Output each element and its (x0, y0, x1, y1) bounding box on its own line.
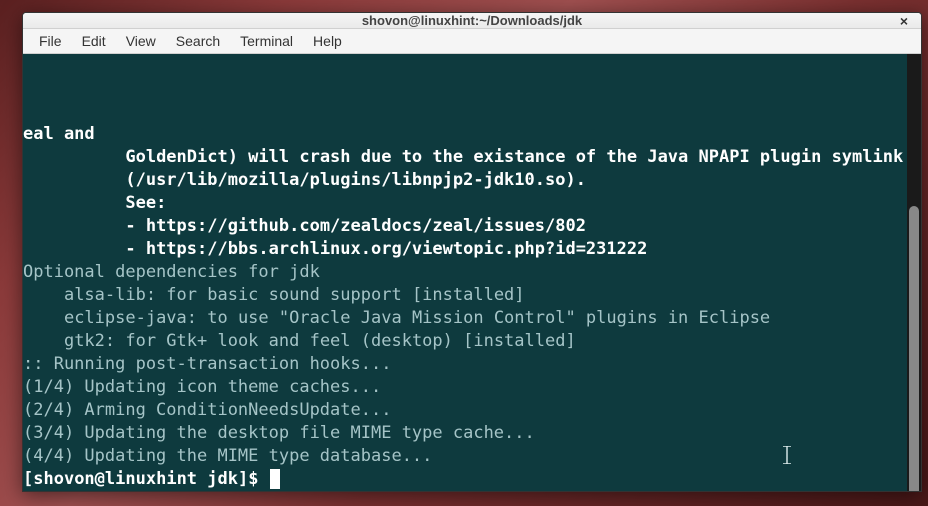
menu-edit[interactable]: Edit (72, 29, 116, 53)
terminal-line: See: (23, 192, 905, 215)
terminal-line: - https://github.com/zealdocs/zeal/issue… (23, 215, 905, 238)
prompt-host: linuxhint (105, 469, 197, 489)
prompt-dir: jdk (207, 469, 238, 489)
terminal-line: gtk2: for Gtk+ look and feel (desktop) [… (23, 330, 905, 353)
terminal-line: eal and (23, 123, 905, 146)
menu-help[interactable]: Help (303, 29, 352, 53)
close-icon: × (900, 13, 908, 29)
terminal-line: (2/4) Arming ConditionNeedsUpdate... (23, 399, 905, 422)
menu-view[interactable]: View (116, 29, 166, 53)
menu-terminal[interactable]: Terminal (230, 29, 303, 53)
terminal-line: (4/4) Updating the MIME type database... (23, 445, 905, 468)
menu-search[interactable]: Search (166, 29, 230, 53)
prompt-at: @ (95, 469, 105, 489)
terminal-area: eal and GoldenDict) will crash due to th… (23, 54, 921, 492)
titlebar[interactable]: shovon@linuxhint:~/Downloads/jdk × (23, 13, 921, 29)
terminal-line: - https://bbs.archlinux.org/viewtopic.ph… (23, 238, 905, 261)
terminal-line: (/usr/lib/mozilla/plugins/libnpjp2-jdk10… (23, 169, 905, 192)
menu-file[interactable]: File (29, 29, 72, 53)
terminal-window: shovon@linuxhint:~/Downloads/jdk × File … (22, 12, 922, 492)
terminal-line: alsa-lib: for basic sound support [insta… (23, 284, 905, 307)
menubar: File Edit View Search Terminal Help (23, 29, 921, 54)
block-cursor (270, 469, 280, 489)
scrollbar[interactable] (907, 54, 921, 492)
prompt-user: shovon (33, 469, 94, 489)
prompt-open-bracket: [ (23, 469, 33, 489)
terminal-line: :: Running post-transaction hooks... (23, 353, 905, 376)
terminal-line: (1/4) Updating icon theme caches... (23, 376, 905, 399)
terminal-output[interactable]: eal and GoldenDict) will crash due to th… (23, 54, 907, 492)
close-button[interactable]: × (895, 12, 913, 30)
prompt-line: [shovon@linuxhint jdk]$ (23, 468, 905, 491)
prompt-space (197, 469, 207, 489)
terminal-line: eclipse-java: to use "Oracle Java Missio… (23, 307, 905, 330)
terminal-line: (3/4) Updating the desktop file MIME typ… (23, 422, 905, 445)
terminal-line: Optional dependencies for jdk (23, 261, 905, 284)
window-title: shovon@linuxhint:~/Downloads/jdk (362, 13, 582, 28)
scrollbar-thumb[interactable] (909, 206, 919, 492)
terminal-line: GoldenDict) will crash due to the exista… (23, 146, 905, 169)
prompt-close-bracket: ]$ (238, 469, 269, 489)
